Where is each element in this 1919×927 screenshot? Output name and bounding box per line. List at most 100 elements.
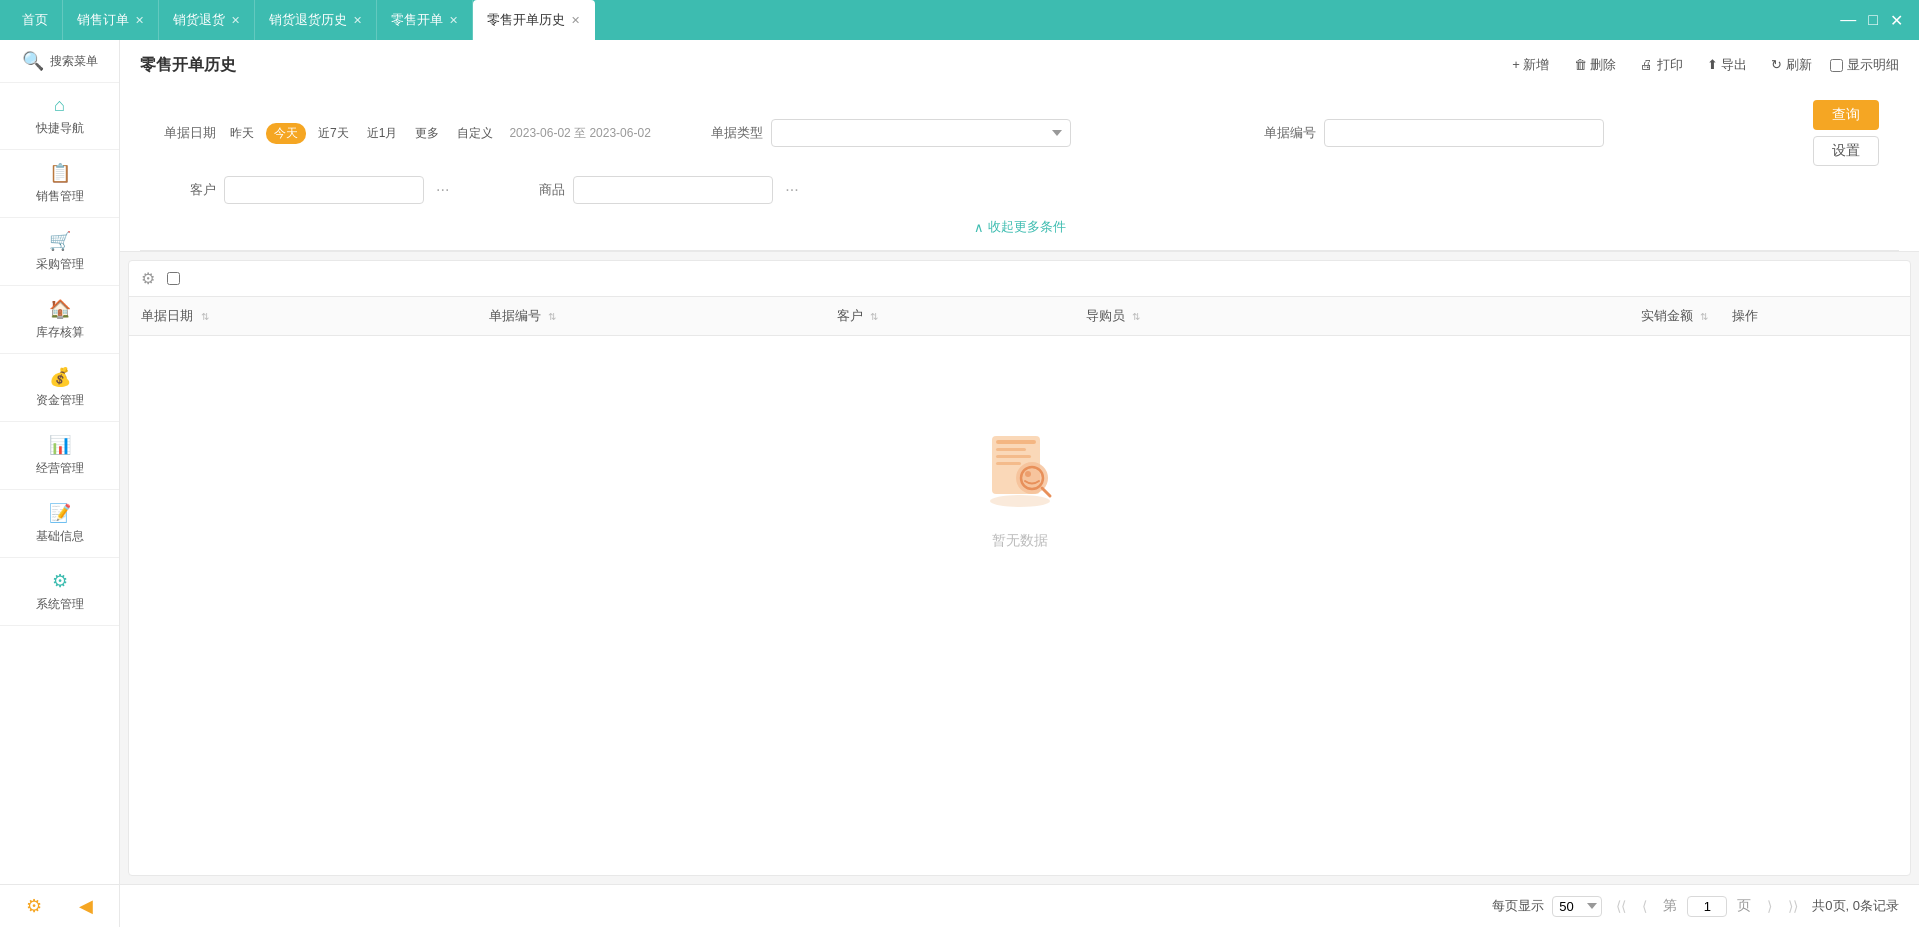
col-salesperson[interactable]: 导购员 ⇅ [1074,297,1372,336]
date-btn-more[interactable]: 更多 [409,123,445,144]
delete-button[interactable]: 🗑 删除 [1568,52,1623,78]
col-amount[interactable]: 实销金额 ⇅ [1372,297,1720,336]
tab-retail-open[interactable]: 零售开单 ✕ [377,0,473,40]
print-button[interactable]: 🖨 打印 [1634,52,1689,78]
sidebar-item-system[interactable]: ⚙ 系统管理 [0,558,119,626]
table-container: ⚙ 单据日期 ⇅ 单据编号 ⇅ 客户 [128,260,1911,876]
date-btn-custom[interactable]: 自定义 [451,123,499,144]
table-settings-icon[interactable]: ⚙ [141,269,155,288]
show-detail-label: 显示明细 [1847,56,1899,74]
sidebar-item-base-info[interactable]: 📝 基础信息 [0,490,119,558]
svg-point-9 [1025,471,1031,477]
tab-sales-return-history[interactable]: 销货退货历史 ✕ [255,0,377,40]
empty-text: 暂无数据 [992,532,1048,550]
purchase-icon: 🛒 [49,230,71,252]
refresh-label: ↻ 刷新 [1771,56,1812,74]
show-detail-checkbox[interactable] [1830,59,1843,72]
system-icon: ⚙ [52,570,68,592]
sidebar-item-inventory[interactable]: 🏠 库存核算 [0,286,119,354]
sidebar-item-quick-nav[interactable]: ⌂ 快捷导航 [0,83,119,150]
page-header: 零售开单历史 + 新增 🗑 删除 🖨 打印 ⬆ 导出 ↻ 刷 [120,40,1919,252]
date-range-text: 2023-06-02 至 2023-06-02 [509,125,650,142]
sidebar-item-purchase[interactable]: 🛒 采购管理 [0,218,119,286]
minimize-btn[interactable]: — [1840,11,1856,30]
print-label: 🖨 打印 [1640,56,1683,74]
svg-rect-5 [996,462,1021,465]
col-customer[interactable]: 客户 ⇅ [825,297,1074,336]
page-label-suffix: 页 [1731,895,1757,917]
doctype-select[interactable] [771,119,1071,147]
per-page-select[interactable]: 50 10 20 100 [1552,896,1602,917]
maximize-btn[interactable]: □ [1868,11,1878,30]
prev-page-btn[interactable]: ⟨ [1636,896,1653,916]
sidebar-label-purchase: 采购管理 [36,256,84,273]
sort-salesperson-icon: ⇅ [1132,311,1140,322]
filter-area: 单据日期 昨天 今天 近7天 近1月 更多 自定义 2023-06-02 至 2… [140,90,1899,251]
goods-ellipsis[interactable]: ··· [781,181,802,199]
docnumber-input[interactable] [1324,119,1604,147]
page-label-prefix: 第 [1657,895,1683,917]
filter-date-field: 单据日期 昨天 今天 近7天 近1月 更多 自定义 2023-06-02 至 2… [160,123,651,144]
select-all-checkbox[interactable] [167,272,180,285]
export-label: ⬆ 导出 [1707,56,1748,74]
tab-retail-open-history[interactable]: 零售开单历史 ✕ [473,0,595,40]
show-detail-checkbox-label[interactable]: 显示明细 [1830,56,1899,74]
goods-input[interactable] [573,176,773,204]
collapse-label: 收起更多条件 [988,218,1066,236]
sidebar-item-operations[interactable]: 📊 经营管理 [0,422,119,490]
close-tab-sales-order[interactable]: ✕ [135,14,144,27]
sidebar-item-sales[interactable]: 📋 销售管理 [0,150,119,218]
svg-rect-3 [996,448,1026,451]
data-table: 单据日期 ⇅ 单据编号 ⇅ 客户 ⇅ 导购员 ⇅ [129,297,1910,336]
sidebar-search[interactable]: 🔍 搜索菜单 [0,40,119,83]
close-tab-retail-open[interactable]: ✕ [449,14,458,27]
toolbar: + 新增 🗑 删除 🖨 打印 ⬆ 导出 ↻ 刷新 [1506,52,1899,78]
sort-date-icon: ⇅ [201,311,209,322]
sidebar-item-finance[interactable]: 💰 资金管理 [0,354,119,422]
home-icon: ⌂ [54,95,65,116]
last-page-btn[interactable]: ⟩⟩ [1782,896,1804,916]
tab-home[interactable]: 首页 [8,0,63,40]
content-area: 零售开单历史 + 新增 🗑 删除 🖨 打印 ⬆ 导出 ↻ 刷 [120,40,1919,927]
tab-sales-order[interactable]: 销售订单 ✕ [63,0,159,40]
query-button[interactable]: 查询 [1813,100,1879,130]
sidebar-label-inventory: 库存核算 [36,324,84,341]
next-page-btn[interactable]: ⟩ [1761,896,1778,916]
close-tab-sales-return-history[interactable]: ✕ [353,14,362,27]
delete-label: 🗑 删除 [1574,56,1617,74]
close-btn-window[interactable]: ✕ [1890,11,1903,30]
sidebar-label-sales: 销售管理 [36,188,84,205]
collapse-more-btn[interactable]: ∧ 收起更多条件 [160,214,1879,240]
close-tab-retail-open-history[interactable]: ✕ [571,14,580,27]
first-page-btn[interactable]: ⟨⟨ [1610,896,1632,916]
tab-sales-return[interactable]: 销货退货 ✕ [159,0,255,40]
sidebar-collapse-icon[interactable]: ◀ [79,895,93,917]
customer-ellipsis[interactable]: ··· [432,181,453,199]
pagination: 每页显示 50 10 20 100 ⟨⟨ ⟨ 第 页 ⟩ ⟩⟩ 共0页, 0条记… [120,884,1919,927]
base-info-icon: 📝 [49,502,71,524]
customer-input[interactable] [224,176,424,204]
date-btn-1month[interactable]: 近1月 [361,123,404,144]
customer-label: 客户 [160,181,216,199]
sidebar-label-operations: 经营管理 [36,460,84,477]
page-input[interactable] [1687,896,1727,917]
filter-row-2: 客户 ··· 商品 ··· [160,176,1879,204]
date-btn-today[interactable]: 今天 [266,123,306,144]
refresh-button[interactable]: ↻ 刷新 [1765,52,1818,78]
filter-goods-field: 商品 ··· [509,176,802,204]
window-controls: — □ ✕ [1840,11,1911,30]
action-buttons: 查询 设置 [1813,100,1879,166]
sidebar-settings-icon[interactable]: ⚙ [26,895,42,917]
add-button[interactable]: + 新增 [1506,52,1555,78]
col-action: 操作 [1720,297,1910,336]
settings-button[interactable]: 设置 [1813,136,1879,166]
col-date[interactable]: 单据日期 ⇅ [129,297,477,336]
export-button[interactable]: ⬆ 导出 [1701,52,1754,78]
col-number[interactable]: 单据编号 ⇅ [477,297,825,336]
sort-customer-icon: ⇅ [870,311,878,322]
sidebar: 🔍 搜索菜单 ⌂ 快捷导航 📋 销售管理 🛒 采购管理 🏠 库存核算 💰 资金管… [0,40,120,927]
inventory-icon: 🏠 [49,298,71,320]
date-btn-7days[interactable]: 近7天 [312,123,355,144]
date-btn-yesterday[interactable]: 昨天 [224,123,260,144]
close-tab-sales-return[interactable]: ✕ [231,14,240,27]
